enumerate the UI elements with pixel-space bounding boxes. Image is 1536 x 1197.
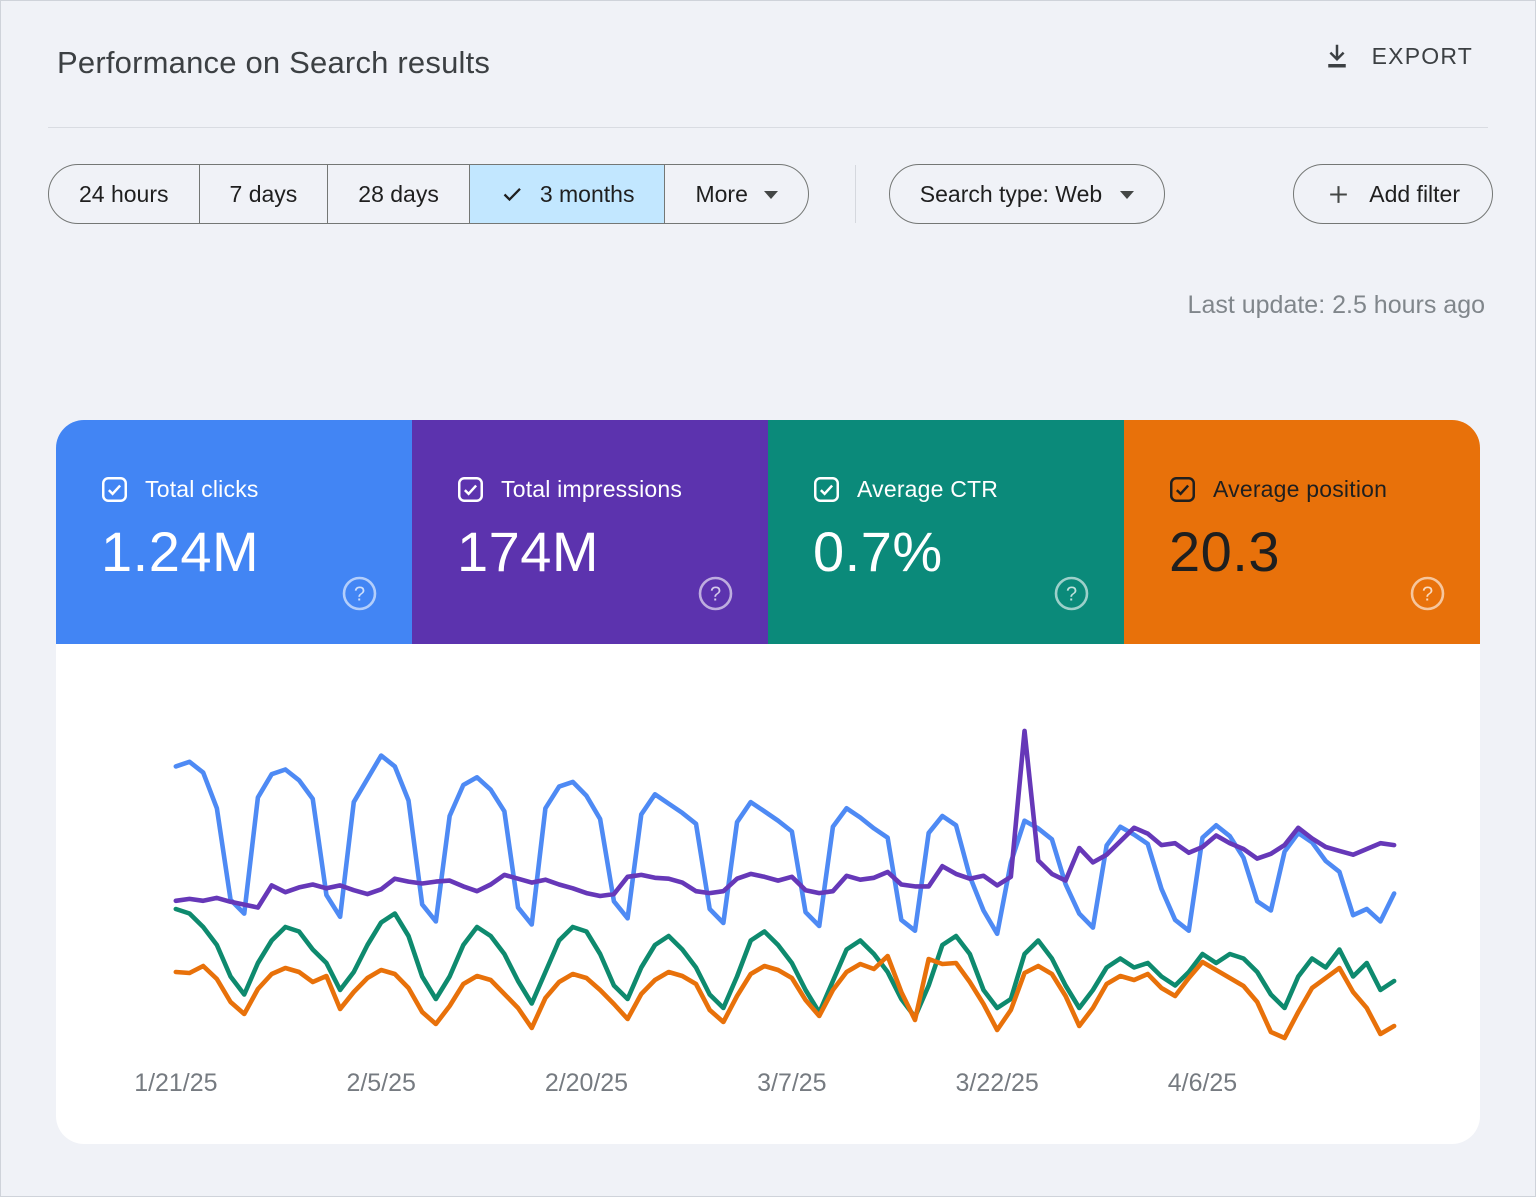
date-range-label: 3 months [539, 180, 635, 207]
x-axis-tick-label: 4/6/25 [1168, 1069, 1237, 1097]
metric-label: Total impressions [501, 476, 683, 502]
series-line-average-position [173, 953, 1397, 1041]
date-range-7-days[interactable]: 7 days [200, 165, 329, 223]
page-title: Performance on Search results [57, 45, 491, 80]
filter-bar: 24 hours 7 days 28 days 3 months More Se… [48, 164, 1493, 224]
performance-line-chart[interactable]: 1/21/25 2/5/25 2/20/25 3/7/25 3/22/25 4/6/25 [56, 644, 1480, 1144]
x-axis-tick-label: 2/5/25 [346, 1069, 415, 1097]
series-line-total-clicks [173, 753, 1397, 937]
date-range-28-days[interactable]: 28 days [328, 165, 470, 223]
chevron-down-icon [1120, 191, 1135, 199]
series-line-total-impressions [173, 728, 1397, 910]
svg-text:?: ? [354, 584, 365, 606]
plus-icon [1326, 182, 1351, 207]
total-clicks-checkbox[interactable] [101, 476, 128, 503]
metric-label: Total clicks [145, 476, 259, 502]
add-filter-button[interactable]: Add filter [1293, 164, 1493, 224]
x-axis-tick-label: 3/22/25 [956, 1069, 1039, 1097]
filter-divider [855, 165, 857, 223]
search-type-label: Search type: Web [919, 180, 1103, 207]
average-ctr-card[interactable]: Average CTR 0.7% ? [768, 420, 1124, 644]
header-divider [48, 127, 1488, 128]
search-type-dropdown[interactable]: Search type: Web [888, 164, 1166, 224]
x-axis-tick-label: 1/21/25 [134, 1069, 217, 1097]
date-range-label: 28 days [358, 180, 439, 207]
help-icon[interactable]: ? [1409, 575, 1446, 612]
date-range-24-hours[interactable]: 24 hours [49, 165, 200, 223]
checkmark-icon [500, 182, 524, 206]
date-range-label: 7 days [229, 180, 298, 207]
help-icon[interactable]: ? [697, 575, 734, 612]
svg-text:?: ? [1066, 584, 1077, 606]
x-axis-tick-label: 3/7/25 [757, 1069, 826, 1097]
chart-canvas[interactable]: 1/21/25 2/5/25 2/20/25 3/7/25 3/22/25 4/6/25 [56, 644, 1480, 1144]
x-axis-tick-label: 2/20/25 [545, 1069, 628, 1097]
help-icon[interactable]: ? [1053, 575, 1090, 612]
add-filter-label: Add filter [1369, 180, 1460, 207]
svg-text:?: ? [710, 584, 721, 606]
search-console-performance-page: { "header": { "title": "Performance on S… [0, 0, 1536, 1197]
average-position-card[interactable]: Average position 20.3 ? [1124, 420, 1480, 644]
average-ctr-checkbox[interactable] [813, 476, 840, 503]
download-icon [1322, 41, 1352, 71]
date-range-label: 24 hours [79, 180, 169, 207]
last-update-text: Last update: 2.5 hours ago [1187, 291, 1485, 319]
export-label: EXPORT [1371, 42, 1473, 69]
total-impressions-checkbox[interactable] [457, 476, 484, 503]
metric-label: Average CTR [857, 476, 999, 502]
total-impressions-card[interactable]: Total impressions 174M ? [412, 420, 768, 644]
help-icon[interactable]: ? [341, 575, 378, 612]
svg-text:?: ? [1422, 584, 1433, 606]
date-range-segmented-control: 24 hours 7 days 28 days 3 months More [48, 164, 809, 224]
total-clicks-card[interactable]: Total clicks 1.24M ? [56, 420, 412, 644]
chevron-down-icon [763, 191, 778, 199]
metric-cards-row: Total clicks 1.24M ? Total impressions 1… [56, 420, 1480, 644]
metric-label: Average position [1213, 476, 1388, 502]
date-range-more-dropdown[interactable]: More [665, 165, 807, 223]
date-range-3-months-selected[interactable]: 3 months [469, 165, 666, 223]
average-position-checkbox[interactable] [1169, 476, 1196, 503]
header: Performance on Search results EXPORT [1, 1, 1535, 128]
export-button[interactable]: EXPORT [1322, 41, 1473, 71]
series-line-average-ctr [173, 906, 1397, 1020]
more-label: More [695, 180, 748, 207]
